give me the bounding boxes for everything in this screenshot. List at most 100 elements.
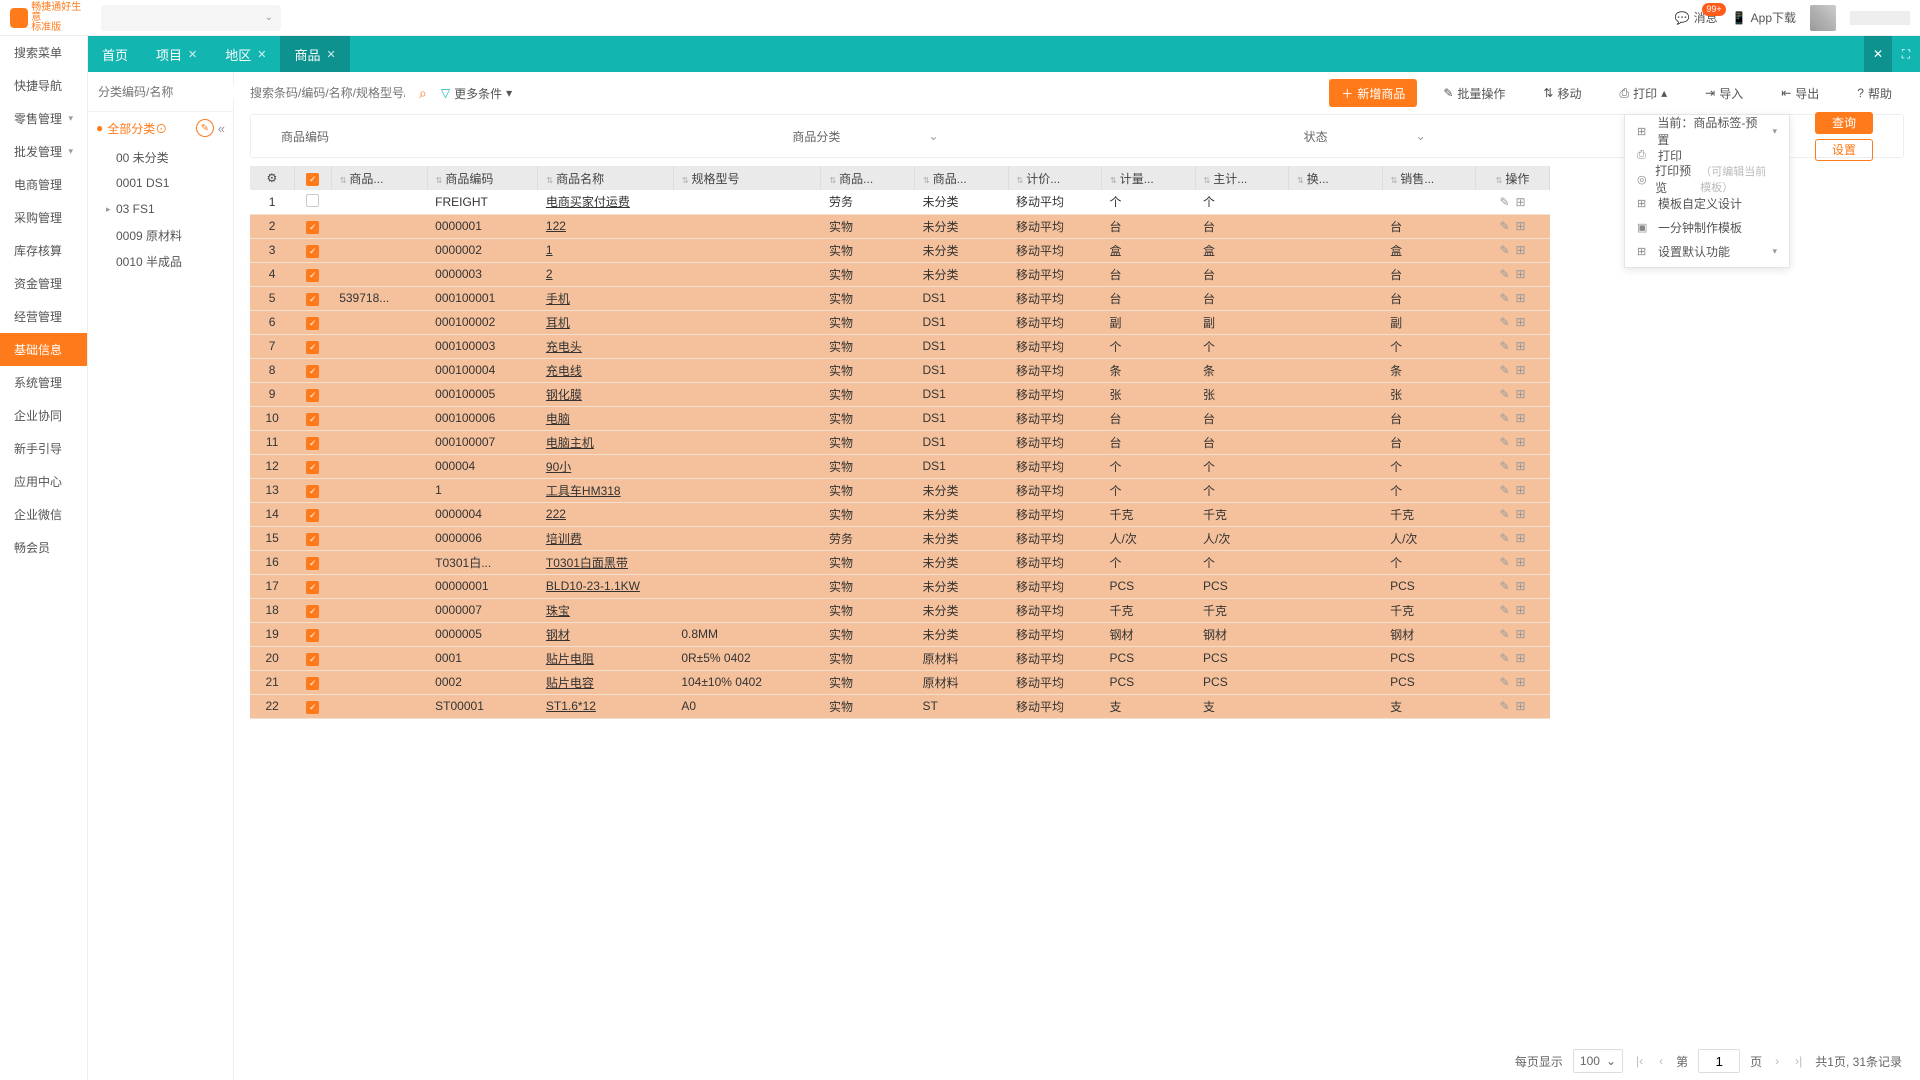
sidebar-item[interactable]: 库存核算 — [0, 234, 87, 267]
more-icon[interactable]: ⊞ — [1516, 699, 1526, 713]
product-name-link[interactable]: 电脑主机 — [546, 436, 594, 450]
more-icon[interactable]: ⊞ — [1516, 387, 1526, 401]
sidebar-item[interactable]: 电商管理 — [0, 168, 87, 201]
row-checkbox[interactable] — [306, 557, 319, 570]
sidebar-item[interactable]: 批发管理▾ — [0, 135, 87, 168]
sidebar-item[interactable]: 新手引导 — [0, 432, 87, 465]
column-header[interactable]: ⇅计价... — [1008, 166, 1102, 190]
dropdown-item[interactable]: ◎打印预览（可编辑当前模板） — [1625, 167, 1789, 191]
product-name-link[interactable]: 电脑 — [546, 412, 570, 426]
sidebar-item[interactable]: 应用中心 — [0, 465, 87, 498]
row-checkbox[interactable] — [306, 413, 319, 426]
column-header[interactable]: ⇅商品... — [821, 166, 915, 190]
table-row[interactable]: 7000100003充电头实物DS1移动平均个个个✎⊞ — [250, 334, 1550, 358]
row-checkbox[interactable] — [306, 461, 319, 474]
close-icon[interactable]: ✕ — [327, 48, 336, 61]
more-icon[interactable]: ⊞ — [1516, 651, 1526, 665]
sidebar-item[interactable]: 采购管理 — [0, 201, 87, 234]
table-row[interactable]: 16T0301白...T0301白面黑带实物未分类移动平均个个个✎⊞ — [250, 550, 1550, 574]
column-header[interactable]: ⇅商品... — [331, 166, 427, 190]
column-header[interactable] — [294, 166, 331, 190]
messages-link[interactable]: 💬消息99+ — [1675, 9, 1718, 26]
table-row[interactable]: 140000004222实物未分类移动平均千克千克千克✎⊞ — [250, 502, 1550, 526]
product-name-link[interactable]: 122 — [546, 219, 566, 233]
gear-icon[interactable]: ⚙ — [267, 171, 278, 185]
row-checkbox[interactable] — [306, 437, 319, 450]
table-row[interactable]: 1200000490小实物DS1移动平均个个个✎⊞ — [250, 454, 1550, 478]
row-checkbox[interactable] — [306, 317, 319, 330]
sidebar-item[interactable]: 企业微信 — [0, 498, 87, 531]
more-icon[interactable]: ⊞ — [1516, 363, 1526, 377]
batch-button[interactable]: ✎批量操作 — [1431, 79, 1517, 107]
table-row[interactable]: 20000001122实物未分类移动平均台台台✎⊞ — [250, 214, 1550, 238]
more-icon[interactable]: ⊞ — [1516, 555, 1526, 569]
table-row[interactable]: 190000005钢材0.8MM实物未分类移动平均钢材钢材钢材✎⊞ — [250, 622, 1550, 646]
tab-close-all[interactable]: ✕ — [1864, 36, 1892, 72]
print-button[interactable]: ⎙打印▴ — [1607, 79, 1679, 107]
row-checkbox[interactable] — [306, 365, 319, 378]
table-row[interactable]: 10000100006电脑实物DS1移动平均台台台✎⊞ — [250, 406, 1550, 430]
sidebar-item[interactable]: 基础信息 — [0, 333, 87, 366]
edit-icon[interactable]: ✎ — [1499, 675, 1509, 689]
more-icon[interactable]: ⊞ — [1516, 195, 1526, 209]
row-checkbox[interactable] — [306, 269, 319, 282]
sidebar-item[interactable]: 畅会员 — [0, 531, 87, 564]
page-input[interactable] — [1698, 1049, 1740, 1073]
row-checkbox[interactable] — [306, 629, 319, 642]
more-icon[interactable]: ⊞ — [1516, 315, 1526, 329]
table-row[interactable]: 1FREIGHT电商买家付运费劳务未分类移动平均个个✎⊞ — [250, 190, 1550, 214]
edit-icon[interactable]: ✎ — [1499, 435, 1509, 449]
more-icon[interactable]: ⊞ — [1516, 603, 1526, 617]
tab[interactable]: 商品✕ — [280, 36, 349, 72]
filter-status-select[interactable]: ⌄ — [1336, 129, 1426, 143]
more-icon[interactable]: ⊞ — [1516, 579, 1526, 593]
product-name-link[interactable]: 电商买家付运费 — [546, 195, 630, 209]
more-icon[interactable]: ⊞ — [1516, 219, 1526, 233]
product-name-link[interactable]: BLD10-23-1.1KW — [546, 579, 640, 593]
table-row[interactable]: 400000032实物未分类移动平均台台台✎⊞ — [250, 262, 1550, 286]
next-page-button[interactable]: › — [1772, 1054, 1782, 1068]
edit-icon[interactable]: ✎ — [1499, 339, 1509, 353]
product-name-link[interactable]: 222 — [546, 507, 566, 521]
row-checkbox[interactable] — [306, 581, 319, 594]
close-icon[interactable]: ✕ — [257, 48, 266, 61]
close-icon[interactable]: ✕ — [188, 48, 197, 61]
add-product-button[interactable]: ＋新增商品 — [1329, 79, 1417, 107]
product-name-link[interactable]: 珠宝 — [546, 604, 570, 618]
last-page-button[interactable]: ›| — [1792, 1054, 1805, 1068]
edit-icon[interactable]: ✎ — [1499, 579, 1509, 593]
sidebar-item[interactable]: 快捷导航 — [0, 69, 87, 102]
sidebar-item[interactable]: 经营管理 — [0, 300, 87, 333]
more-icon[interactable]: ⊞ — [1516, 339, 1526, 353]
table-row[interactable]: 11000100007电脑主机实物DS1移动平均台台台✎⊞ — [250, 430, 1550, 454]
table-row[interactable]: 180000007珠宝实物未分类移动平均千克千克千克✎⊞ — [250, 598, 1550, 622]
product-name-link[interactable]: 90小 — [546, 460, 571, 474]
more-icon[interactable]: ⊞ — [1516, 267, 1526, 281]
table-row[interactable]: 8000100004充电线实物DS1移动平均条条条✎⊞ — [250, 358, 1550, 382]
per-page-select[interactable]: 100⌄ — [1573, 1049, 1623, 1073]
product-name-link[interactable]: 2 — [546, 267, 553, 281]
edit-icon[interactable]: ✎ — [1499, 363, 1509, 377]
table-row[interactable]: 210002贴片电容104±10% 0402实物原材料移动平均PCSPCSPCS… — [250, 670, 1550, 694]
column-header[interactable]: ⇅商品编码 — [427, 166, 538, 190]
row-checkbox[interactable] — [306, 293, 319, 306]
product-name-link[interactable]: 充电线 — [546, 364, 582, 378]
table-row[interactable]: 131工具车HM318实物未分类移动平均个个个✎⊞ — [250, 478, 1550, 502]
edit-icon[interactable]: ✎ — [1499, 411, 1509, 425]
product-name-link[interactable]: 充电头 — [546, 340, 582, 354]
search-input[interactable] — [250, 86, 405, 100]
table-row[interactable]: 6000100002耳机实物DS1移动平均副副副✎⊞ — [250, 310, 1550, 334]
column-header[interactable]: ⇅换... — [1289, 166, 1383, 190]
column-header[interactable]: ⇅计量... — [1102, 166, 1196, 190]
query-button[interactable]: 查询 — [1815, 112, 1873, 134]
row-checkbox[interactable] — [306, 341, 319, 354]
product-name-link[interactable]: 1 — [546, 243, 553, 257]
product-name-link[interactable]: 手机 — [546, 292, 570, 306]
tree-node[interactable]: ▸03 FS1 — [88, 196, 233, 222]
edit-icon[interactable]: ✎ — [1499, 267, 1509, 281]
row-checkbox[interactable] — [306, 701, 319, 714]
edit-icon[interactable]: ✎ — [1499, 291, 1509, 305]
edit-icon[interactable]: ✎ — [1499, 603, 1509, 617]
product-name-link[interactable]: 钢材 — [546, 628, 570, 642]
row-checkbox[interactable] — [306, 389, 319, 402]
